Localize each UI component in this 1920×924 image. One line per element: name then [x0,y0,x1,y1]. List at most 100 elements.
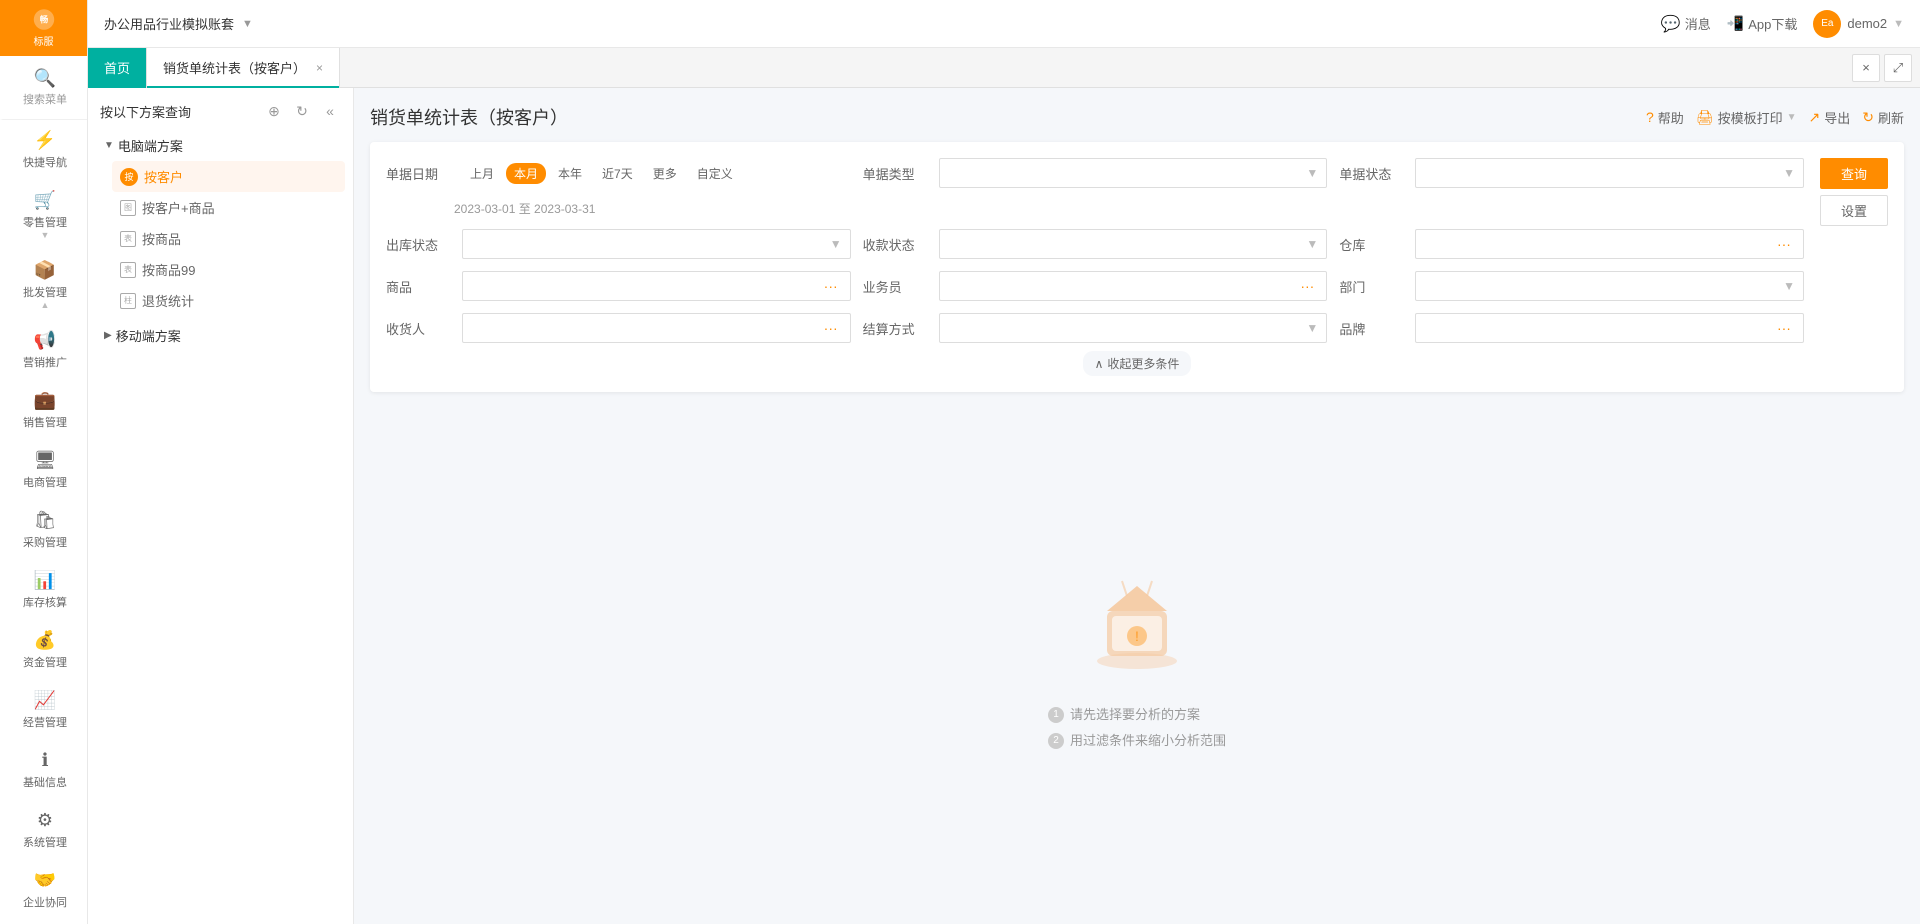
app-download-action[interactable]: 📲 App下载 [1727,14,1798,33]
consignee-control[interactable]: ··· [462,313,851,343]
sidebar-item-inventory[interactable]: 📊 库存核算 [0,560,87,620]
sidebar-nav: 🛒 零售管理 ▼ 📦 批发管理 ▲ 📢 营销推广 💼 销售管理 🖥 电商管理 🛍… [0,180,87,924]
finance-icon: 💰 [34,630,56,651]
date-tab-more[interactable]: 更多 [645,163,685,184]
sidebar-item-quicknav[interactable]: ⚡ 快捷导航 [0,120,87,180]
sidebar-item-marketing[interactable]: 📢 营销推广 [0,320,87,380]
tree-group-mobile-header[interactable]: ▶ 移动端方案 [96,320,345,351]
empty-illustration: ! [1077,566,1197,686]
dropdown-arrow[interactable]: ▼ [242,18,253,30]
product-control[interactable]: ··· [462,271,851,301]
sidebar-operations-label: 经营管理 [23,714,67,730]
warehouse-dots-btn[interactable]: ··· [1773,236,1795,252]
quicknav-icon: ⚡ [34,130,56,151]
by-product99-icon: 表 [120,262,136,278]
brand-control[interactable]: ··· [1415,313,1804,343]
payment-status-field: 收款状态 ▼ [863,229,1328,259]
tree-item-by-product99[interactable]: 表 按商品99 [112,254,345,285]
page-content: 按以下方案查询 ⊕ ↻ « ▼ [88,88,1920,924]
tree-group-desktop-header[interactable]: ▼ 电脑端方案 [96,130,345,161]
date-tab-custom[interactable]: 自定义 [689,163,741,184]
logo[interactable]: 畅 标服 [0,0,87,56]
help-action[interactable]: ? 帮助 [1646,108,1684,127]
sidebar-item-enterprise[interactable]: 🤝 企业协同 [0,860,87,920]
doc-status-control[interactable]: ▼ [1415,158,1804,188]
sidebar-item-newbie[interactable]: 🎯 新手引导 [0,920,87,924]
tree-group-mobile: ▶ 移动端方案 [96,320,345,351]
payment-status-control[interactable]: ▼ [939,229,1328,259]
date-tab-this-month[interactable]: 本月 [506,163,546,184]
tip-1-text: 请先选择要分析的方案 [1070,702,1200,728]
form-main: 单据日期 上月 本月 本年 近7天 更多 自定义 [386,158,1888,343]
delivery-status-label: 出库状态 [386,235,446,254]
tab-close-all-btn[interactable]: × [1852,54,1880,82]
tree-item-by-product[interactable]: 表 按商品 [112,223,345,254]
by-product-label: 按商品 [142,229,181,248]
user-profile[interactable]: Ea demo2 ▼ [1813,10,1904,38]
payment-status-label: 收款状态 [863,235,923,254]
sidebar-item-finance[interactable]: 💰 资金管理 [0,620,87,680]
doc-type-control[interactable]: ▼ [939,158,1328,188]
sidebar-item-search[interactable]: 🔍 搜索菜单 [0,56,87,120]
sidebar-item-ecommerce[interactable]: 🖥 电商管理 [0,440,87,500]
export-label: 导出 [1824,108,1850,127]
tab-home[interactable]: 首页 [88,48,147,88]
panel-title: 按以下方案查询 [100,102,191,121]
right-panel: 销货单统计表（按客户） ? 帮助 🖨 按模板打印 ▼ ↗ 导出 [354,88,1920,924]
collapse-conditions-btn[interactable]: ∧ 收起更多条件 [1083,351,1192,376]
query-actions: 查询 设置 [1820,158,1888,226]
doc-type-field: 单据类型 ▼ [863,158,1328,188]
department-field: 部门 ▼ [1339,271,1804,301]
refresh-label: 刷新 [1878,108,1904,127]
tab-close-btn[interactable]: × [316,61,323,75]
delivery-dropdown-icon: ▼ [830,237,842,251]
tab-sales-stats[interactable]: 销货单统计表（按客户） × [147,48,340,88]
wholesale-icon: 📦 [34,260,56,281]
tree-item-customer-product[interactable]: 图 按客户+商品 [112,192,345,223]
add-scheme-btn[interactable]: ⊕ [263,100,285,122]
refresh-action[interactable]: ↻ 刷新 [1862,108,1904,127]
sidebar-item-purchase[interactable]: 🛍 采购管理 [0,500,87,560]
settings-btn[interactable]: 设置 [1820,195,1888,226]
tree-item-by-customer[interactable]: 按 按客户 [112,161,345,192]
sidebar-item-operations[interactable]: 📈 经营管理 [0,680,87,740]
tip-2-text: 用过滤条件来缩小分析范围 [1070,728,1226,754]
refresh-scheme-btn[interactable]: ↻ [291,100,313,122]
date-field: 单据日期 上月 本月 本年 近7天 更多 自定义 [386,158,851,188]
messages-action[interactable]: 💬 消息 [1661,14,1711,34]
delivery-status-control[interactable]: ▼ [462,229,851,259]
tree-item-return-stats[interactable]: 柱 退货统计 [112,285,345,316]
settlement-control[interactable]: ▼ [939,313,1328,343]
enterprise-icon: 🤝 [34,870,56,891]
sidebar-item-retail[interactable]: 🛒 零售管理 ▼ [0,180,87,250]
product-dots-btn[interactable]: ··· [820,278,842,294]
collapse-panel-btn[interactable]: « [319,100,341,122]
salesperson-control[interactable]: ··· [939,271,1328,301]
consignee-dots-btn[interactable]: ··· [820,320,842,336]
return-stats-icon: 柱 [120,293,136,309]
operations-icon: 📈 [34,690,56,711]
print-action[interactable]: 🖨 按模板打印 ▼ [1696,108,1797,127]
settlement-field: 结算方式 ▼ [863,313,1328,343]
query-btn[interactable]: 查询 [1820,158,1888,189]
date-tab-this-year[interactable]: 本年 [550,163,590,184]
panel-header: 按以下方案查询 ⊕ ↻ « [88,100,353,130]
sidebar-item-basic[interactable]: ℹ 基础信息 [0,740,87,800]
salesperson-dots-btn[interactable]: ··· [1296,278,1318,294]
sidebar-item-system[interactable]: ⚙ 系统管理 [0,800,87,860]
username: demo2 [1847,16,1887,31]
warehouse-control[interactable]: ··· [1415,229,1804,259]
tab-expand-btn[interactable]: ⤢ [1884,54,1912,82]
brand-dots-btn[interactable]: ··· [1773,320,1795,336]
form-row-1: 单据日期 上月 本月 本年 近7天 更多 自定义 [386,158,1804,188]
date-tab-last-month[interactable]: 上月 [462,163,502,184]
date-tab-7days[interactable]: 近7天 [594,163,641,184]
svg-text:畅: 畅 [39,15,48,25]
department-control[interactable]: ▼ [1415,271,1804,301]
export-action[interactable]: ↗ 导出 [1809,108,1851,127]
sidebar-item-sales[interactable]: 💼 销售管理 [0,380,87,440]
svg-text:!: ! [1135,628,1139,644]
sidebar-item-wholesale[interactable]: 📦 批发管理 ▲ [0,250,87,320]
department-dropdown-icon: ▼ [1783,279,1795,293]
print-label: 按模板打印 [1718,108,1783,127]
